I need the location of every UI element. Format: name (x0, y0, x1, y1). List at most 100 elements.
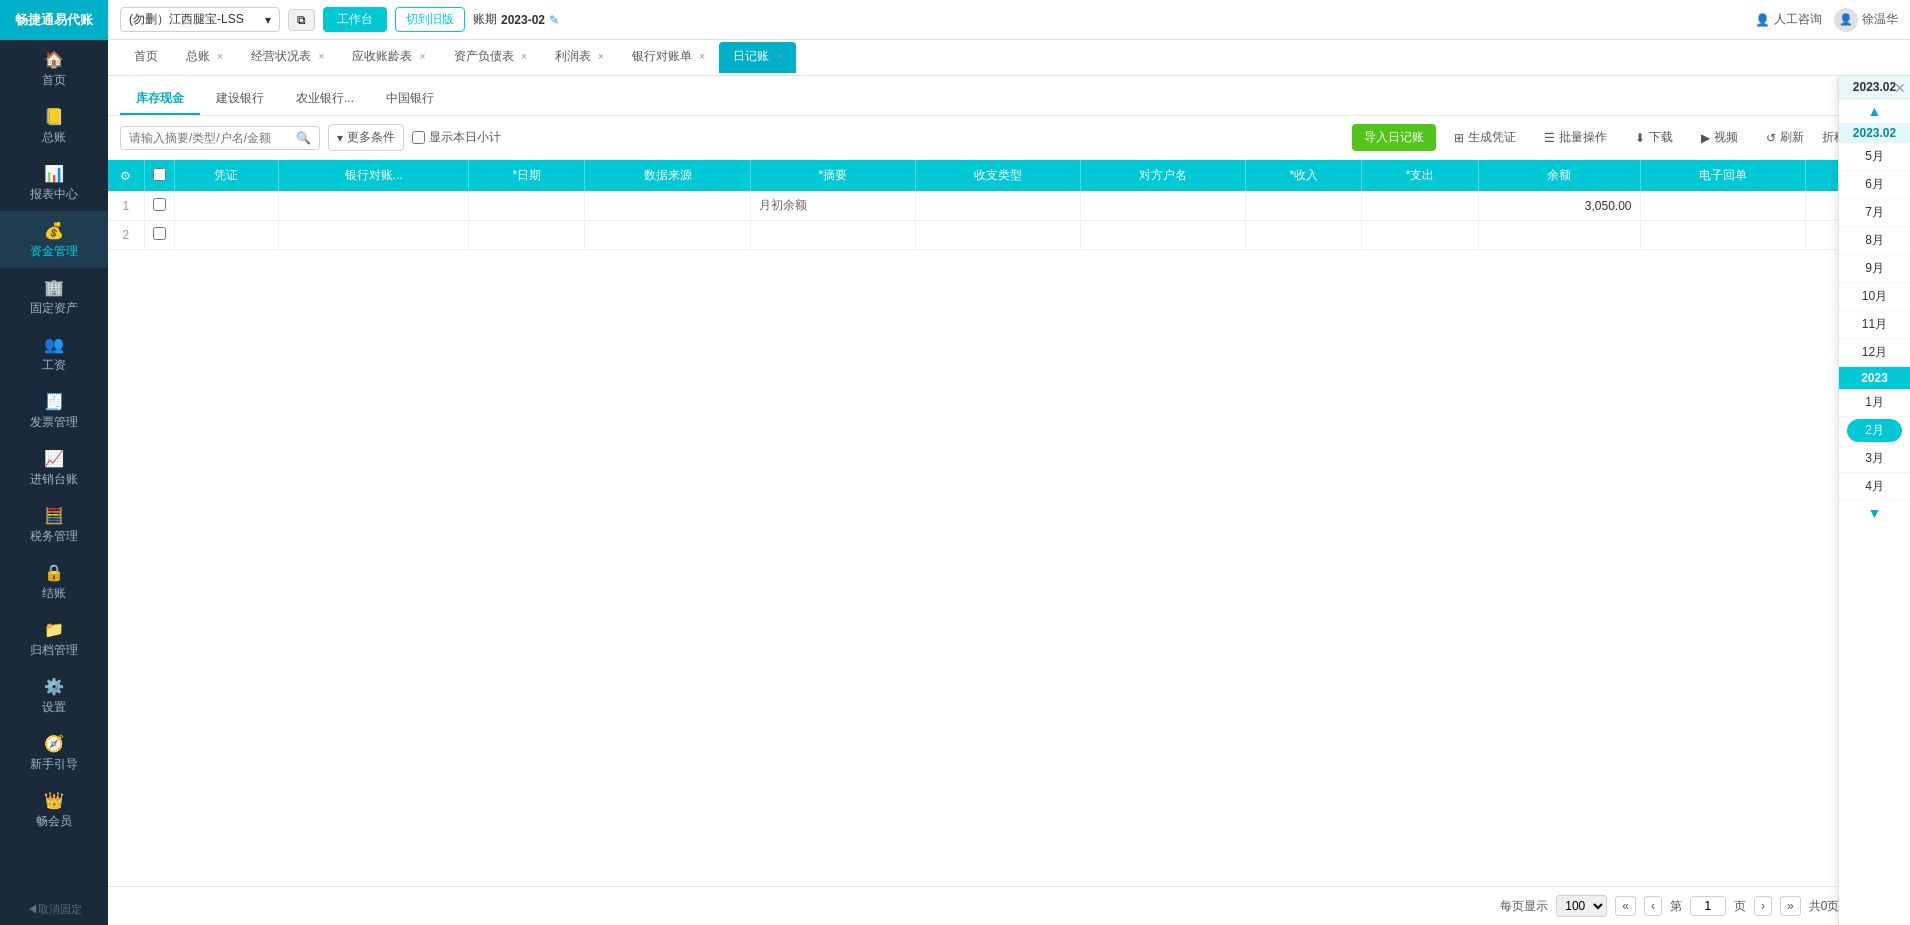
fixed-assets-icon: 🏢 (44, 278, 64, 297)
search-input[interactable] (129, 131, 292, 145)
tab-home[interactable]: 首页 (120, 42, 172, 73)
company-name: (勿删）江西腿宝-LSS (129, 11, 244, 28)
cell-checkbox[interactable] (144, 191, 174, 221)
month-10[interactable]: 10月 (1839, 283, 1910, 311)
download-btn[interactable]: ⬇ 下载 (1625, 125, 1683, 150)
generate-voucher-btn[interactable]: ⊞ 生成凭证 (1444, 125, 1526, 150)
cell-payment-type (915, 191, 1080, 221)
search-icon[interactable]: 🔍 (296, 131, 311, 145)
last-page-btn[interactable]: » (1780, 896, 1801, 916)
sidebar-item-label: 首页 (42, 72, 66, 89)
cell-source (585, 191, 750, 221)
batch-op-btn[interactable]: ☰ 批量操作 (1534, 125, 1617, 150)
sidebar-item-fixed-assets[interactable]: 🏢 固定资产 (0, 268, 108, 325)
first-page-btn[interactable]: « (1615, 896, 1636, 916)
daily-total-checkbox-label[interactable]: 显示本日小计 (412, 129, 501, 146)
col-expense: *支出 (1362, 160, 1478, 191)
tab-status[interactable]: 经营状况表 × (237, 42, 338, 73)
sidebar-item-guide[interactable]: 🧭 新手引导 (0, 724, 108, 781)
tab-receivable-close[interactable]: × (420, 51, 426, 62)
prev-page-btn[interactable]: ‹ (1644, 896, 1662, 916)
switch-old-btn[interactable]: 切到旧版 (395, 7, 465, 32)
sidebar-item-tax[interactable]: 🧮 税务管理 (0, 496, 108, 553)
journal-page: 库存现金 建设银行 农业银行... 中国银行 🔍 (108, 76, 1910, 925)
tab-status-label: 经营状况表 (251, 49, 311, 63)
tab-receivable[interactable]: 应收账龄表 × (338, 42, 439, 73)
user-menu[interactable]: 👤 徐温华 (1834, 8, 1898, 32)
select-all-checkbox[interactable] (153, 168, 166, 181)
tab-journal-close[interactable]: × (776, 51, 782, 62)
cell-checkbox[interactable] (144, 221, 174, 250)
sidebar-item-sales[interactable]: 📈 进销台账 (0, 439, 108, 496)
support-icon: 👤 (1755, 13, 1770, 27)
subtab-zhongguo[interactable]: 中国银行 (370, 84, 450, 115)
tab-bank-reconcile-close[interactable]: × (699, 51, 705, 62)
subtab-nongye[interactable]: 农业银行... (280, 84, 370, 115)
filter-btn[interactable]: ▾ 更多条件 (328, 124, 404, 151)
subtab-cash[interactable]: 库存现金 (120, 84, 200, 115)
search-box[interactable]: 🔍 (120, 126, 320, 150)
month-2023-4[interactable]: 4月 (1839, 473, 1910, 501)
sidebar-item-vip[interactable]: 👑 畅会员 (0, 781, 108, 838)
video-btn[interactable]: ▶ 视频 (1691, 125, 1748, 150)
copy-btn[interactable]: ⧉ (288, 9, 315, 31)
date-panel-close-btn[interactable]: ✕ (1894, 80, 1906, 96)
support-btn[interactable]: 👤 人工咨询 (1755, 11, 1822, 28)
import-journal-btn[interactable]: 导入日记账 (1352, 124, 1436, 151)
col-checkbox[interactable] (144, 160, 174, 191)
next-page-btn[interactable]: › (1754, 896, 1772, 916)
copy-icon: ⧉ (297, 13, 306, 27)
sidebar-item-settings[interactable]: ⚙️ 设置 (0, 667, 108, 724)
archive-icon: 📁 (44, 620, 64, 639)
refresh-icon: ↺ (1766, 131, 1776, 145)
cell-counterparty (1081, 221, 1246, 250)
sidebar-item-home[interactable]: 🏠 首页 (0, 40, 108, 97)
sidebar-item-archive[interactable]: 📁 归档管理 (0, 610, 108, 667)
app-logo: 畅捷通易代账 (0, 0, 108, 40)
daily-total-checkbox[interactable] (412, 131, 425, 144)
tab-bank-reconcile[interactable]: 银行对账单 × (618, 42, 719, 73)
scroll-up-btn[interactable]: ▲ (1839, 99, 1910, 123)
date-panel: 2023.02 ✕ ▲ 2023.02 5月 6月 7月 8月 9月 10月 1… (1838, 76, 1910, 925)
sidebar-item-payroll[interactable]: 👥 工资 (0, 325, 108, 382)
period-edit-icon[interactable]: ✎ (549, 13, 559, 27)
tab-profit[interactable]: 利润表 × (541, 42, 618, 73)
month-5[interactable]: 5月 (1839, 143, 1910, 171)
month-2023-2[interactable]: 2月 (1847, 419, 1902, 443)
subtab-jianshe[interactable]: 建设银行 (200, 84, 280, 115)
sidebar-collapse-btn[interactable]: ◀取消固定 (0, 894, 108, 925)
tab-assets-close[interactable]: × (521, 51, 527, 62)
month-6[interactable]: 6月 (1839, 171, 1910, 199)
month-12[interactable]: 12月 (1839, 339, 1910, 367)
batch-icon: ☰ (1544, 131, 1555, 145)
home-icon: 🏠 (44, 50, 64, 69)
workspace-btn[interactable]: 工作台 (323, 7, 387, 32)
sidebar-item-reports[interactable]: 📊 报表中心 (0, 154, 108, 211)
col-settings[interactable]: ⚙ (108, 160, 144, 191)
sidebar-item-capital[interactable]: 💰 资金管理 (0, 211, 108, 268)
month-8[interactable]: 8月 (1839, 227, 1910, 255)
month-7[interactable]: 7月 (1839, 199, 1910, 227)
tab-profit-close[interactable]: × (598, 51, 604, 62)
page-size-label: 每页显示 (1500, 898, 1548, 915)
refresh-btn[interactable]: ↺ 刷新 (1756, 125, 1814, 150)
page-size-select[interactable]: 100 10 20 50 200 (1556, 895, 1607, 917)
month-2023-1[interactable]: 1月 (1839, 389, 1910, 417)
page-input[interactable] (1690, 896, 1726, 916)
tab-ledger-close[interactable]: × (217, 51, 223, 62)
tab-ledger[interactable]: 总账 × (172, 42, 237, 73)
company-selector[interactable]: (勿删）江西腿宝-LSS ▾ (120, 7, 280, 32)
month-2023-3[interactable]: 3月 (1839, 445, 1910, 473)
tab-status-close[interactable]: × (319, 51, 325, 62)
tab-assets[interactable]: 资产负债表 × (440, 42, 541, 73)
month-9[interactable]: 9月 (1839, 255, 1910, 283)
sidebar-item-ledger[interactable]: 📒 总账 (0, 97, 108, 154)
scroll-down-btn[interactable]: ▼ (1839, 501, 1910, 525)
month-11[interactable]: 11月 (1839, 311, 1910, 339)
topbar-right: 👤 人工咨询 👤 徐温华 (1755, 8, 1898, 32)
sidebar-item-closing[interactable]: 🔒 结账 (0, 553, 108, 610)
tab-journal[interactable]: 日记账 × (719, 42, 796, 73)
col-counterparty: 对方户名 (1081, 160, 1246, 191)
sidebar-item-invoice[interactable]: 🧾 发票管理 (0, 382, 108, 439)
journal-toolbar: 🔍 ▾ 更多条件 显示本日小计 导入日记账 ⊞ 生成凭证 (108, 116, 1910, 160)
